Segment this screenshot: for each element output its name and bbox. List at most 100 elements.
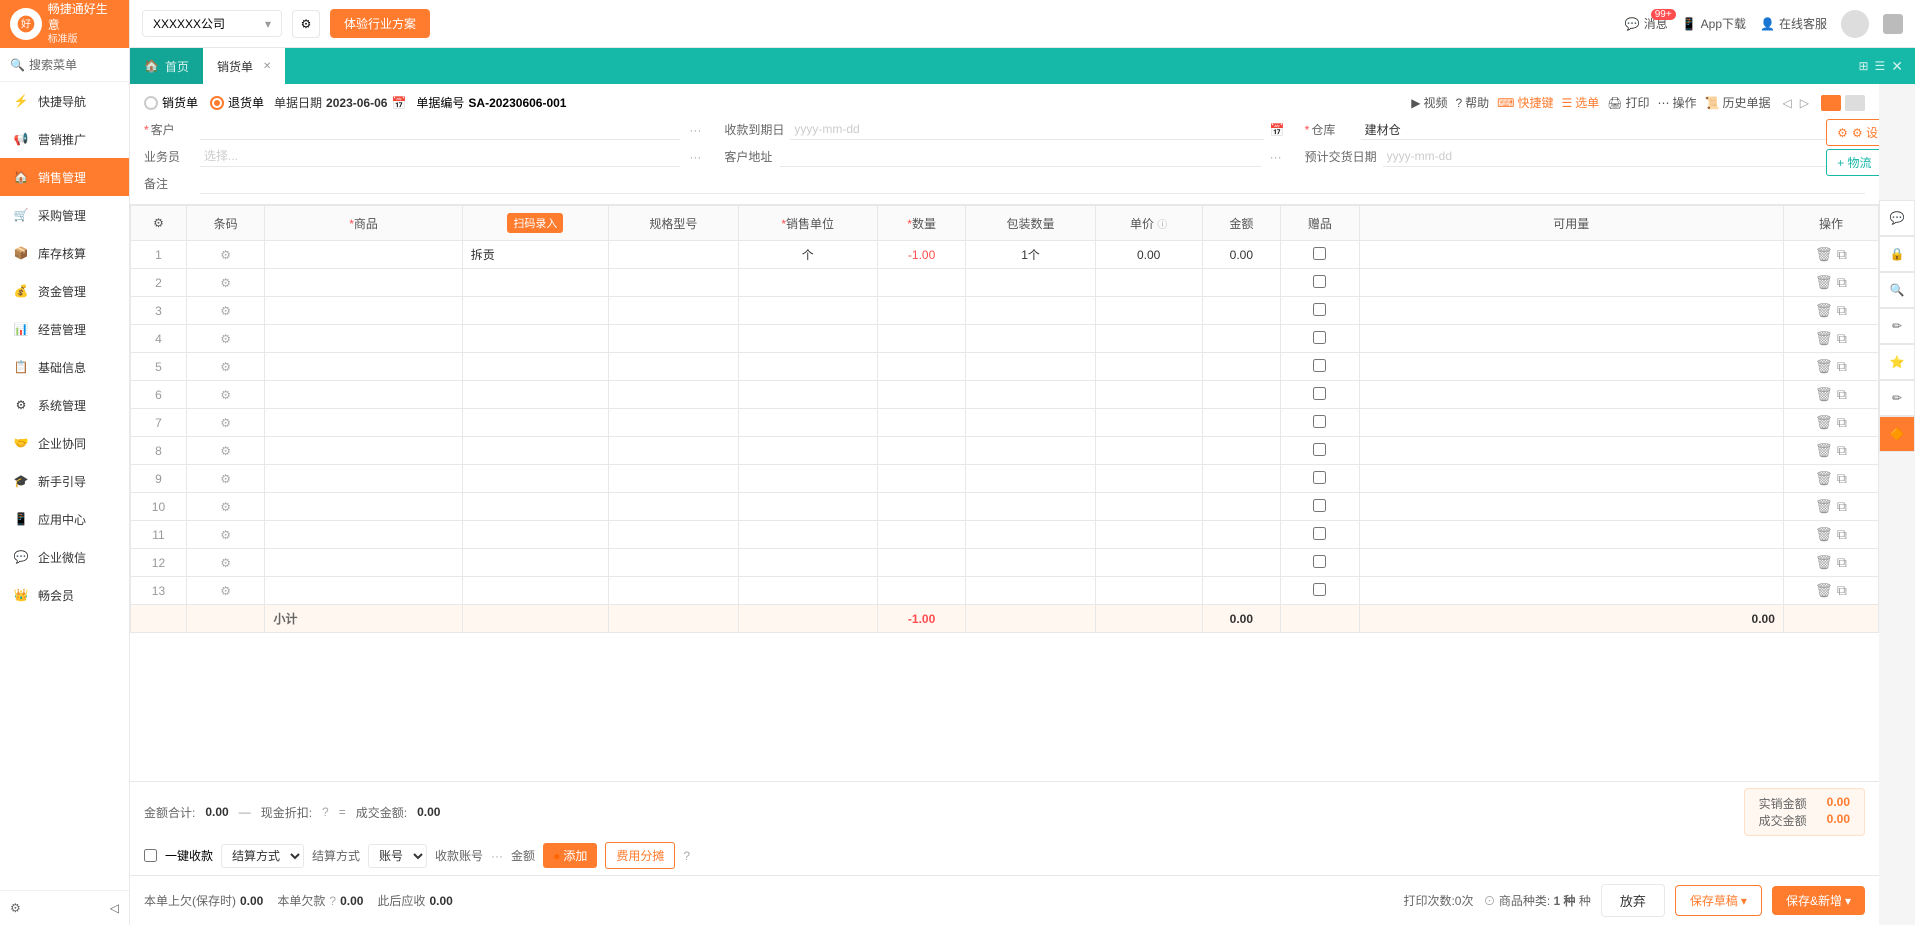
row-product[interactable] xyxy=(462,493,608,521)
float-edit-icon[interactable]: ✏ xyxy=(1879,308,1915,344)
row-unit[interactable] xyxy=(738,325,877,353)
row-product[interactable] xyxy=(462,353,608,381)
row-spec[interactable] xyxy=(609,549,738,577)
row-unit-price[interactable] xyxy=(1095,325,1202,353)
row-unit[interactable] xyxy=(738,465,877,493)
row-pkg-qty[interactable] xyxy=(966,493,1095,521)
row-delete-btn[interactable]: 🗑 xyxy=(1815,414,1833,431)
row-unit-price[interactable] xyxy=(1095,381,1202,409)
save-draft-button[interactable]: 保存草稿 ▾ xyxy=(1675,885,1762,916)
row-product[interactable] xyxy=(462,381,608,409)
float-chat-icon[interactable]: 💬 xyxy=(1879,200,1915,236)
arrears-help-icon[interactable]: ? xyxy=(329,894,336,908)
customer-addr-input[interactable] xyxy=(780,146,1260,167)
sidebar-item-enterprise[interactable]: 🤝 企业协同 xyxy=(0,424,129,462)
row-unit-price[interactable]: 0.00 xyxy=(1095,241,1202,269)
row-amount[interactable] xyxy=(1202,521,1281,549)
notes-input[interactable] xyxy=(200,173,1865,194)
row-gift[interactable] xyxy=(1281,437,1360,465)
row-settings[interactable]: ⚙ xyxy=(186,241,265,269)
row-delete-btn[interactable]: 🗑 xyxy=(1815,274,1833,291)
discard-button[interactable]: 放弃 xyxy=(1601,884,1665,917)
row-unit[interactable] xyxy=(738,353,877,381)
row-unit[interactable] xyxy=(738,521,877,549)
row-unit-price[interactable] xyxy=(1095,493,1202,521)
row-unit-price[interactable] xyxy=(1095,269,1202,297)
row-delete-btn[interactable]: 🗑 xyxy=(1815,358,1833,375)
row-amount[interactable] xyxy=(1202,549,1281,577)
logistics-panel-btn[interactable]: + 物流 xyxy=(1826,149,1879,176)
row-spec[interactable] xyxy=(609,325,738,353)
row-barcode[interactable] xyxy=(265,325,462,353)
help-btn[interactable]: ? 帮助 xyxy=(1455,94,1489,111)
row-pkg-qty[interactable] xyxy=(966,269,1095,297)
row-spec[interactable] xyxy=(609,493,738,521)
row-product[interactable] xyxy=(462,465,608,493)
float-lock-icon[interactable]: 🔒 xyxy=(1879,236,1915,272)
row-amount[interactable] xyxy=(1202,381,1281,409)
expected-date-input[interactable] xyxy=(1383,146,1844,167)
row-amount[interactable] xyxy=(1202,465,1281,493)
company-selector[interactable]: XXXXXX公司 ▾ xyxy=(142,10,282,37)
row-qty[interactable] xyxy=(877,381,965,409)
row-gift[interactable] xyxy=(1281,241,1360,269)
row-settings[interactable]: ⚙ xyxy=(186,437,265,465)
row-gift[interactable] xyxy=(1281,465,1360,493)
app-download-button[interactable]: 📱 App下载 xyxy=(1682,15,1746,32)
row-settings[interactable]: ⚙ xyxy=(186,269,265,297)
row-qty[interactable] xyxy=(877,269,965,297)
row-unit[interactable] xyxy=(738,493,877,521)
warehouse-input[interactable] xyxy=(1361,119,1841,140)
row-barcode[interactable] xyxy=(265,577,462,605)
view-list-icon[interactable] xyxy=(1845,95,1865,111)
sidebar-item-basic-info[interactable]: 📋 基础信息 xyxy=(0,348,129,386)
row-copy-btn[interactable]: ⧉ xyxy=(1837,554,1847,571)
row-spec[interactable] xyxy=(609,297,738,325)
user-avatar[interactable] xyxy=(1841,10,1869,38)
expense-help-icon[interactable]: ? xyxy=(683,849,690,863)
sidebar-item-quick-nav[interactable]: ⚡ 快捷导航 xyxy=(0,82,129,120)
row-unit-price[interactable] xyxy=(1095,549,1202,577)
row-barcode[interactable] xyxy=(265,521,462,549)
row-settings[interactable]: ⚙ xyxy=(186,521,265,549)
messages-button[interactable]: 💬 消息 99+ xyxy=(1625,15,1668,32)
one-click-pay-checkbox[interactable] xyxy=(144,849,157,862)
row-delete-btn[interactable]: 🗑 xyxy=(1815,554,1833,571)
row-settings[interactable]: ⚙ xyxy=(186,549,265,577)
float-star-icon[interactable]: ⭐ xyxy=(1879,344,1915,380)
sidebar-item-app-center[interactable]: 📱 应用中心 xyxy=(0,500,129,538)
sidebar-item-sales-mgmt[interactable]: 🏠 销售管理 xyxy=(0,158,129,196)
row-settings[interactable]: ⚙ xyxy=(186,493,265,521)
sidebar-item-inventory[interactable]: 📦 库存核算 xyxy=(0,234,129,272)
row-gift[interactable] xyxy=(1281,381,1360,409)
customer-addr-dots-btn[interactable]: ··· xyxy=(1267,150,1285,164)
row-barcode[interactable] xyxy=(265,409,462,437)
account-select[interactable]: 账号 xyxy=(368,844,427,868)
settings-panel-btn[interactable]: ⚙ ⚙ 设置 xyxy=(1826,119,1879,146)
row-spec[interactable] xyxy=(609,269,738,297)
row-gift[interactable] xyxy=(1281,549,1360,577)
row-product[interactable] xyxy=(462,409,608,437)
row-unit-price[interactable] xyxy=(1095,437,1202,465)
row-qty[interactable] xyxy=(877,465,965,493)
salesperson-dots-btn[interactable]: ··· xyxy=(686,150,704,164)
tab-home[interactable]: 🏠 首页 xyxy=(130,48,203,84)
row-product[interactable] xyxy=(462,437,608,465)
row-pkg-qty[interactable]: 1个 xyxy=(966,241,1095,269)
row-delete-btn[interactable]: 🗑 xyxy=(1815,526,1833,543)
row-gift[interactable] xyxy=(1281,297,1360,325)
row-qty[interactable] xyxy=(877,409,965,437)
col-settings[interactable]: ⚙ xyxy=(131,206,187,241)
row-barcode[interactable] xyxy=(265,549,462,577)
row-qty[interactable] xyxy=(877,549,965,577)
row-unit[interactable] xyxy=(738,549,877,577)
nav-prev-icon[interactable]: ◁ xyxy=(1783,96,1792,110)
row-pkg-qty[interactable] xyxy=(966,409,1095,437)
salesperson-input[interactable] xyxy=(200,146,680,167)
row-unit-price[interactable] xyxy=(1095,353,1202,381)
row-product[interactable]: 拆贡 xyxy=(462,241,608,269)
row-product[interactable] xyxy=(462,549,608,577)
row-pkg-qty[interactable] xyxy=(966,465,1095,493)
row-delete-btn[interactable]: 🗑 xyxy=(1815,246,1833,263)
view-card-icon[interactable] xyxy=(1821,95,1841,111)
